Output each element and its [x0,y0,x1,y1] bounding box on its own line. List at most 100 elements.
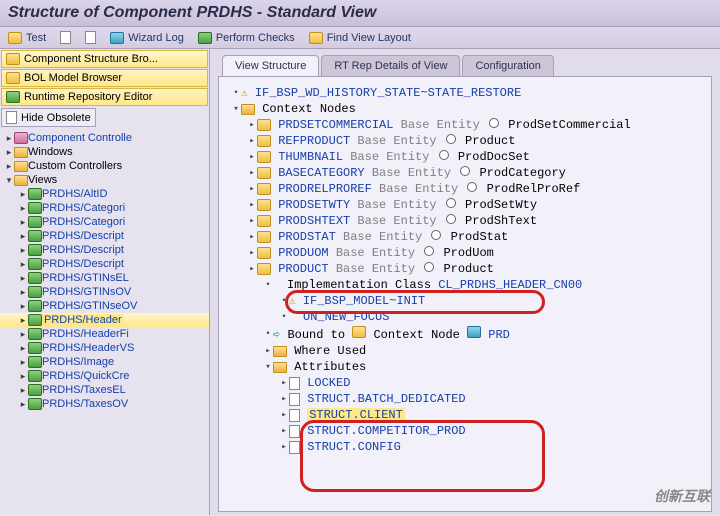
tab-view-structure[interactable]: View Structure [222,55,319,76]
expander-icon[interactable]: • [231,88,241,98]
expander-icon[interactable]: ▸ [247,136,257,146]
expander-icon[interactable]: ▸ [18,245,28,256]
content-tree-item[interactable]: ▸ Where Used [227,343,703,359]
tree-item[interactable]: ▸PRDHS/GTINseOV [0,299,209,313]
radio-icon[interactable] [446,198,456,208]
content-tree-item[interactable]: ▸ LOCKED [227,375,703,391]
expander-icon[interactable]: ▸ [247,120,257,130]
expander-icon[interactable]: ▸ [18,203,28,214]
hide-obsolete-button[interactable]: Hide Obsolete [1,108,96,127]
find-view-layout-button[interactable]: Find View Layout [309,32,411,44]
tab-rt-rep[interactable]: RT Rep Details of View [321,55,460,76]
content-tree-item[interactable]: ▸ THUMBNAIL Base Entity ProdDocSet [227,149,703,165]
expander-icon[interactable]: ▸ [279,394,289,404]
content-tree-item[interactable]: ▸ BASECATEGORY Base Entity ProdCategory [227,165,703,181]
expander-icon[interactable]: • [263,280,273,290]
content-tree-item[interactable]: ▸ PRODRELPROREF Base Entity ProdRelProRe… [227,181,703,197]
tree-item[interactable]: ▸PRDHS/Descript [0,257,209,271]
expander-icon[interactable]: ▸ [18,287,28,298]
expander-icon[interactable]: ▾ [263,362,273,372]
runtime-repository-editor-button[interactable]: Runtime Repository Editor [1,88,208,106]
content-tree-item[interactable]: ▸ PRODSETWTY Base Entity ProdSetWty [227,197,703,213]
expander-icon[interactable]: ▸ [279,410,289,420]
expander-icon[interactable]: ▸ [247,168,257,178]
expander-icon[interactable]: ▾ [231,104,241,114]
content-tree-item[interactable]: ▾ Context Nodes [227,101,703,117]
expander-icon[interactable]: ▸ [18,357,28,368]
content-tree-item[interactable]: ▸ STRUCT.COMPETITOR_PROD [227,423,703,439]
expander-icon[interactable]: ▸ [4,133,14,144]
expander-icon[interactable]: • [279,296,289,306]
blank-btn1[interactable] [60,31,71,44]
expander-icon[interactable]: ▸ [18,301,28,312]
content-tree-item[interactable]: ▸ PRODSHTEXT Base Entity ProdShText [227,213,703,229]
tree-item[interactable]: ▸PRDHS/GTINsOV [0,285,209,299]
expander-icon[interactable]: ▸ [247,264,257,274]
expander-icon[interactable]: ▸ [4,161,14,172]
expander-icon[interactable]: ▸ [247,184,257,194]
bol-model-browser-button[interactable]: BOL Model Browser [1,69,208,87]
expander-icon[interactable]: ▸ [18,273,28,284]
content-tree-item[interactable]: ▾ Attributes [227,359,703,375]
expander-icon[interactable]: ▸ [18,315,28,326]
tree-item[interactable]: ▸PRDHS/Descript [0,229,209,243]
tree-item[interactable]: ▸PRDHS/QuickCre [0,369,209,383]
expander-icon[interactable]: ▸ [18,231,28,242]
radio-icon[interactable] [424,262,434,272]
tree-item[interactable]: ▸Windows [0,145,209,159]
content-tree-item[interactable]: ▸ STRUCT.CLIENT [227,407,703,423]
expander-icon[interactable]: ▸ [4,147,14,158]
expander-icon[interactable]: • [263,329,273,339]
radio-icon[interactable] [460,166,470,176]
content-tree-item[interactable]: •⚠ IF_BSP_MODEL~INIT [227,293,703,309]
expander-icon[interactable]: ▸ [18,217,28,228]
radio-icon[interactable] [439,150,449,160]
wizard-log-button[interactable]: Wizard Log [110,32,184,44]
radio-icon[interactable] [446,134,456,144]
expander-icon[interactable]: ▸ [18,385,28,396]
tree-item[interactable]: ▸PRDHS/TaxesOV [0,397,209,411]
expander-icon[interactable]: ▸ [18,259,28,270]
tree-item[interactable]: ▸PRDHS/HeaderVS [0,341,209,355]
expander-icon[interactable]: ▸ [247,232,257,242]
expander-icon[interactable]: ▸ [247,200,257,210]
perform-checks-button[interactable]: Perform Checks [198,32,295,44]
tree-item[interactable]: ▸PRDHS/Header [0,313,209,327]
radio-icon[interactable] [446,214,456,224]
content-tree-item[interactable]: ▸ PRODUOM Base Entity ProdUom [227,245,703,261]
expander-icon[interactable]: • [279,312,289,322]
expander-icon[interactable]: ▸ [247,248,257,258]
expander-icon[interactable]: ▸ [263,346,273,356]
content-tree-item[interactable]: ▸ PRODSTAT Base Entity ProdStat [227,229,703,245]
expander-icon[interactable]: ▸ [18,399,28,410]
tree-item[interactable]: ▸PRDHS/TaxesEL [0,383,209,397]
tree-item[interactable]: ▸PRDHS/Categori [0,201,209,215]
expander-icon[interactable]: ▸ [18,343,28,354]
content-tree-item[interactable]: ▸ PRDSETCOMMERCIAL Base Entity ProdSetCo… [227,117,703,133]
content-tree-item[interactable]: ▸ STRUCT.BATCH_DEDICATED [227,391,703,407]
tree-item[interactable]: ▸Custom Controllers [0,159,209,173]
tree-item[interactable]: ▸PRDHS/Descript [0,243,209,257]
expander-icon[interactable]: ▸ [18,329,28,340]
content-tree-item[interactable]: •Implementation Class CL_PRDHS_HEADER_CN… [227,277,703,293]
radio-icon[interactable] [424,246,434,256]
tree-item[interactable]: ▸Component Controlle [0,131,209,145]
radio-icon[interactable] [431,230,441,240]
tree-item[interactable]: ▸PRDHS/Categori [0,215,209,229]
expander-icon[interactable]: ▸ [247,152,257,162]
blank-btn2[interactable] [85,31,96,44]
tree-item[interactable]: ▸PRDHS/GTINsEL [0,271,209,285]
component-structure-browser-button[interactable]: Component Structure Bro... [1,50,208,68]
expander-icon[interactable]: ▸ [18,371,28,382]
tree-item[interactable]: ▾Views [0,173,209,187]
expander-icon[interactable]: ▸ [279,426,289,436]
content-tree-item[interactable]: •➪ Bound to Context Node PRD [227,325,703,343]
expander-icon[interactable]: ▸ [279,378,289,388]
expander-icon[interactable]: ▸ [247,216,257,226]
content-tree-item[interactable]: ▸ STRUCT.CONFIG [227,439,703,455]
radio-icon[interactable] [489,118,499,128]
content-tree-item[interactable]: ▸ REFPRODUCT Base Entity Product [227,133,703,149]
tree-item[interactable]: ▸PRDHS/Image [0,355,209,369]
tab-configuration[interactable]: Configuration [462,55,553,76]
tree-item[interactable]: ▸PRDHS/HeaderFi [0,327,209,341]
